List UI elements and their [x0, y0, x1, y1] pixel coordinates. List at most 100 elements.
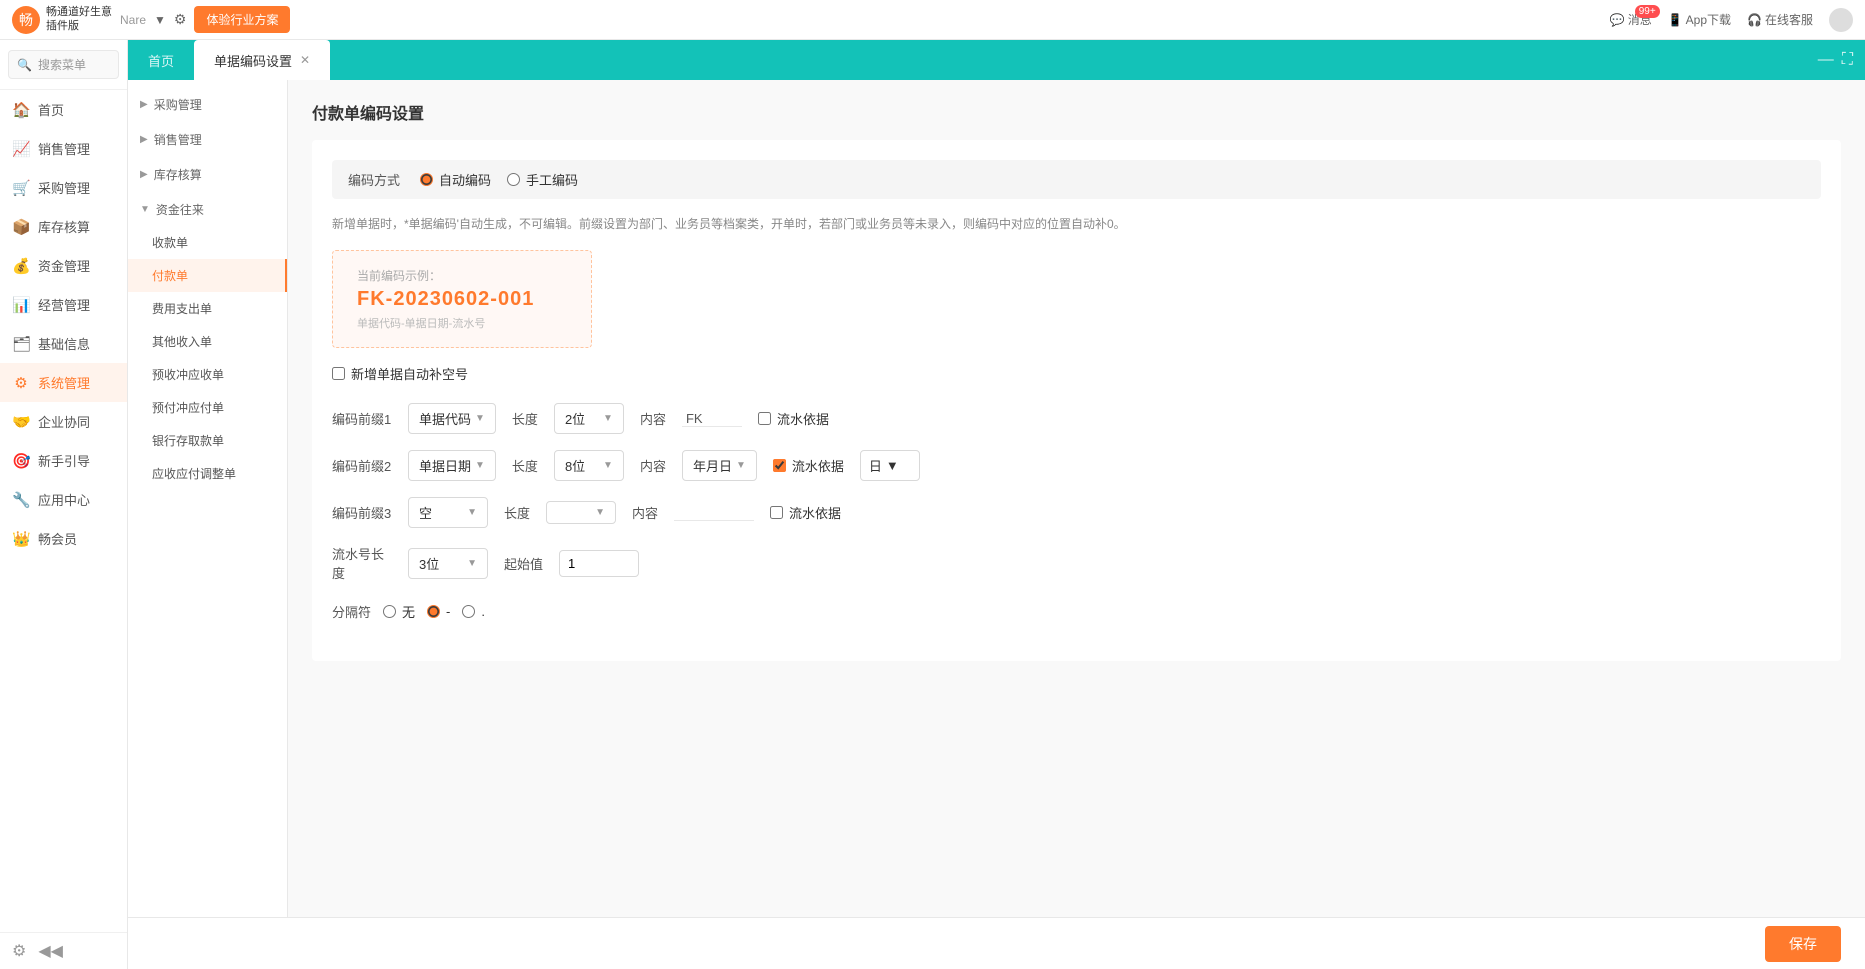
manual-encode-input[interactable] — [507, 173, 520, 186]
avatar[interactable] — [1829, 8, 1853, 32]
main-wrapper: 首页 单据编码设置 ✕ — ⛶ ▶ 采购管理 — [128, 40, 1865, 969]
bottom-bar: 保存 — [128, 917, 1865, 969]
breadcrumb: Nare — [120, 13, 146, 27]
collapse-icon[interactable]: ◀◀ — [38, 941, 63, 961]
prefix2-label: 编码前缀2 — [332, 456, 392, 475]
start-value-label: 起始值 — [504, 554, 543, 573]
sidebar-item-sales[interactable]: 📈 销售管理 — [0, 129, 127, 168]
breadcrumb-dropdown[interactable]: ▼ — [154, 13, 166, 27]
code-preview-value: FK-20230602-001 — [357, 288, 567, 311]
separator-dot-input[interactable] — [462, 605, 475, 618]
chevron-down-icon: ▼ — [595, 507, 605, 518]
sidebar-item-enterprise[interactable]: 🤝 企业协同 — [0, 402, 127, 441]
auto-encode-input[interactable] — [420, 173, 433, 186]
serial-length-label: 流水号长度 — [332, 544, 392, 582]
encoding-method-label: 编码方式 — [348, 170, 400, 189]
auto-encode-radio[interactable]: 自动编码 — [420, 170, 491, 189]
sub-sidebar-item-expense[interactable]: 费用支出单 — [128, 292, 287, 325]
sub-group-sales-title[interactable]: ▶ 销售管理 — [128, 123, 287, 156]
auto-fill-checkbox[interactable] — [332, 367, 345, 380]
settings-bottom-icon[interactable]: ⚙ — [12, 941, 26, 961]
prefix2-serial-checkbox[interactable]: 流水依据 — [773, 456, 844, 475]
chevron-right-icon: ▶ — [140, 134, 148, 145]
prefix3-length-select[interactable]: ▼ — [546, 501, 616, 524]
settings-icon[interactable]: ⚙ — [174, 11, 187, 28]
separator-dash-radio[interactable]: - — [427, 604, 450, 619]
chevron-right-icon: ▶ — [140, 99, 148, 110]
chevron-right-icon: ▶ — [140, 169, 148, 180]
sub-sidebar-item-advance-offset[interactable]: 预付冲应付单 — [128, 391, 287, 424]
prefix1-row: 编码前缀1 单据代码 ▼ 长度 2位 ▼ 内容 FK — [332, 403, 1821, 434]
prefix1-length-select[interactable]: 2位 ▼ — [554, 403, 624, 434]
sidebar-search[interactable]: 🔍 搜索菜单 — [0, 40, 127, 90]
online-service-button[interactable]: 🎧 在线客服 — [1747, 11, 1813, 28]
sidebar-item-member[interactable]: 👑 畅会员 — [0, 519, 127, 558]
chevron-down-icon: ▼ — [736, 460, 746, 471]
start-value-input[interactable] — [559, 550, 639, 577]
system-icon: ⚙ — [12, 374, 30, 392]
prefix3-select[interactable]: 空 ▼ — [408, 497, 488, 528]
prefix1-select[interactable]: 单据代码 ▼ — [408, 403, 496, 434]
home-icon: 🏠 — [12, 101, 30, 119]
separator-none-radio[interactable]: 无 — [383, 602, 415, 621]
sidebar-item-purchase[interactable]: 🛒 采购管理 — [0, 168, 127, 207]
sub-group-capital-title[interactable]: ▼ 资金往来 — [128, 193, 287, 226]
prefix3-serial-checkbox[interactable]: 流水依据 — [770, 503, 841, 522]
manual-encode-radio[interactable]: 手工编码 — [507, 170, 578, 189]
search-button[interactable]: 🔍 搜索菜单 — [8, 50, 119, 79]
separator-dot-radio[interactable]: . — [462, 604, 485, 619]
trial-button[interactable]: 体验行业方案 — [194, 6, 290, 33]
tab-close-icon[interactable]: ✕ — [300, 53, 310, 67]
sub-sidebar-item-bank[interactable]: 银行存取款单 — [128, 424, 287, 457]
sub-sidebar-item-prepay-offset[interactable]: 预收冲应收单 — [128, 358, 287, 391]
page-title: 付款单编码设置 — [312, 100, 1841, 124]
sidebar-item-finance[interactable]: 💰 资金管理 — [0, 246, 127, 285]
prefix1-content-label: 内容 — [640, 409, 666, 428]
sidebar-item-home[interactable]: 🏠 首页 — [0, 90, 127, 129]
info-text: 新增单据时，*单据编码'自动生成，不可编辑。前缀设置为部门、业务员等档案类，开单… — [332, 215, 1821, 234]
message-button[interactable]: 💬 消息 99+ — [1610, 11, 1652, 28]
serial-length-row: 流水号长度 3位 ▼ 起始值 — [332, 544, 1821, 582]
sidebar: 🔍 搜索菜单 🏠 首页 📈 销售管理 🛒 采购管理 📦 库存核算 💰 — [0, 40, 128, 969]
prefix3-serial-input[interactable] — [770, 506, 783, 519]
sidebar-item-system[interactable]: ⚙ 系统管理 — [0, 363, 127, 402]
chevron-down-icon: ▼ — [475, 413, 485, 424]
encoding-method-row: 编码方式 自动编码 手工编码 — [332, 160, 1821, 199]
serial-length-select[interactable]: 3位 ▼ — [408, 548, 488, 579]
sub-group-purchase-title[interactable]: ▶ 采购管理 — [128, 88, 287, 121]
prefix2-granularity-select[interactable]: 日 ▼ — [860, 450, 920, 481]
prefix2-content-select[interactable]: 年月日 ▼ — [682, 450, 757, 481]
tab-maximize-icon[interactable]: ⛶ — [1842, 51, 1853, 69]
sidebar-item-inventory[interactable]: 📦 库存核算 — [0, 207, 127, 246]
prefix2-length-select[interactable]: 8位 ▼ — [554, 450, 624, 481]
prefix1-serial-checkbox[interactable]: 流水依据 — [758, 409, 829, 428]
sub-sidebar-item-adjust[interactable]: 应收应付调整单 — [128, 457, 287, 490]
top-bar-center: Nare ▼ ⚙ 体验行业方案 — [120, 6, 1602, 33]
prefix1-content-value: FK — [682, 411, 742, 427]
sidebar-item-operations[interactable]: 📊 经营管理 — [0, 285, 127, 324]
sidebar-item-basic[interactable]: 🗂 基础信息 — [0, 324, 127, 363]
separator-none-input[interactable] — [383, 605, 396, 618]
prefix1-serial-input[interactable] — [758, 412, 771, 425]
chevron-down-icon: ▼ — [140, 204, 150, 215]
separator-dash-input[interactable] — [427, 605, 440, 618]
app-download-button[interactable]: 📱 App下载 — [1668, 11, 1731, 28]
tab-encoding-settings[interactable]: 单据编码设置 ✕ — [194, 40, 330, 80]
sidebar-item-guide[interactable]: 🎯 新手引导 — [0, 441, 127, 480]
sub-group-inventory-title[interactable]: ▶ 库存核算 — [128, 158, 287, 191]
sub-sidebar-item-payment[interactable]: 付款单 — [128, 259, 287, 292]
sub-sidebar-item-other-income[interactable]: 其他收入单 — [128, 325, 287, 358]
save-button[interactable]: 保存 — [1765, 926, 1841, 962]
prefix2-serial-input[interactable] — [773, 459, 786, 472]
tab-home[interactable]: 首页 — [128, 40, 194, 80]
prefix2-length-label: 长度 — [512, 456, 538, 475]
settings-card: 编码方式 自动编码 手工编码 — [312, 140, 1841, 661]
sub-sidebar-group-capital: ▼ 资金往来 收款单 付款单 费用支出单 其他收入单 — [128, 193, 287, 490]
sub-sidebar-item-receipt[interactable]: 收款单 — [128, 226, 287, 259]
inner-layout: ▶ 采购管理 ▶ 销售管理 ▶ 库存核算 — [128, 80, 1865, 917]
prefix2-select[interactable]: 单据日期 ▼ — [408, 450, 496, 481]
tab-minimize-icon[interactable]: — — [1818, 51, 1834, 69]
chevron-down-icon: ▼ — [467, 558, 477, 569]
sales-icon: 📈 — [12, 140, 30, 158]
sidebar-item-apps[interactable]: 🔧 应用中心 — [0, 480, 127, 519]
